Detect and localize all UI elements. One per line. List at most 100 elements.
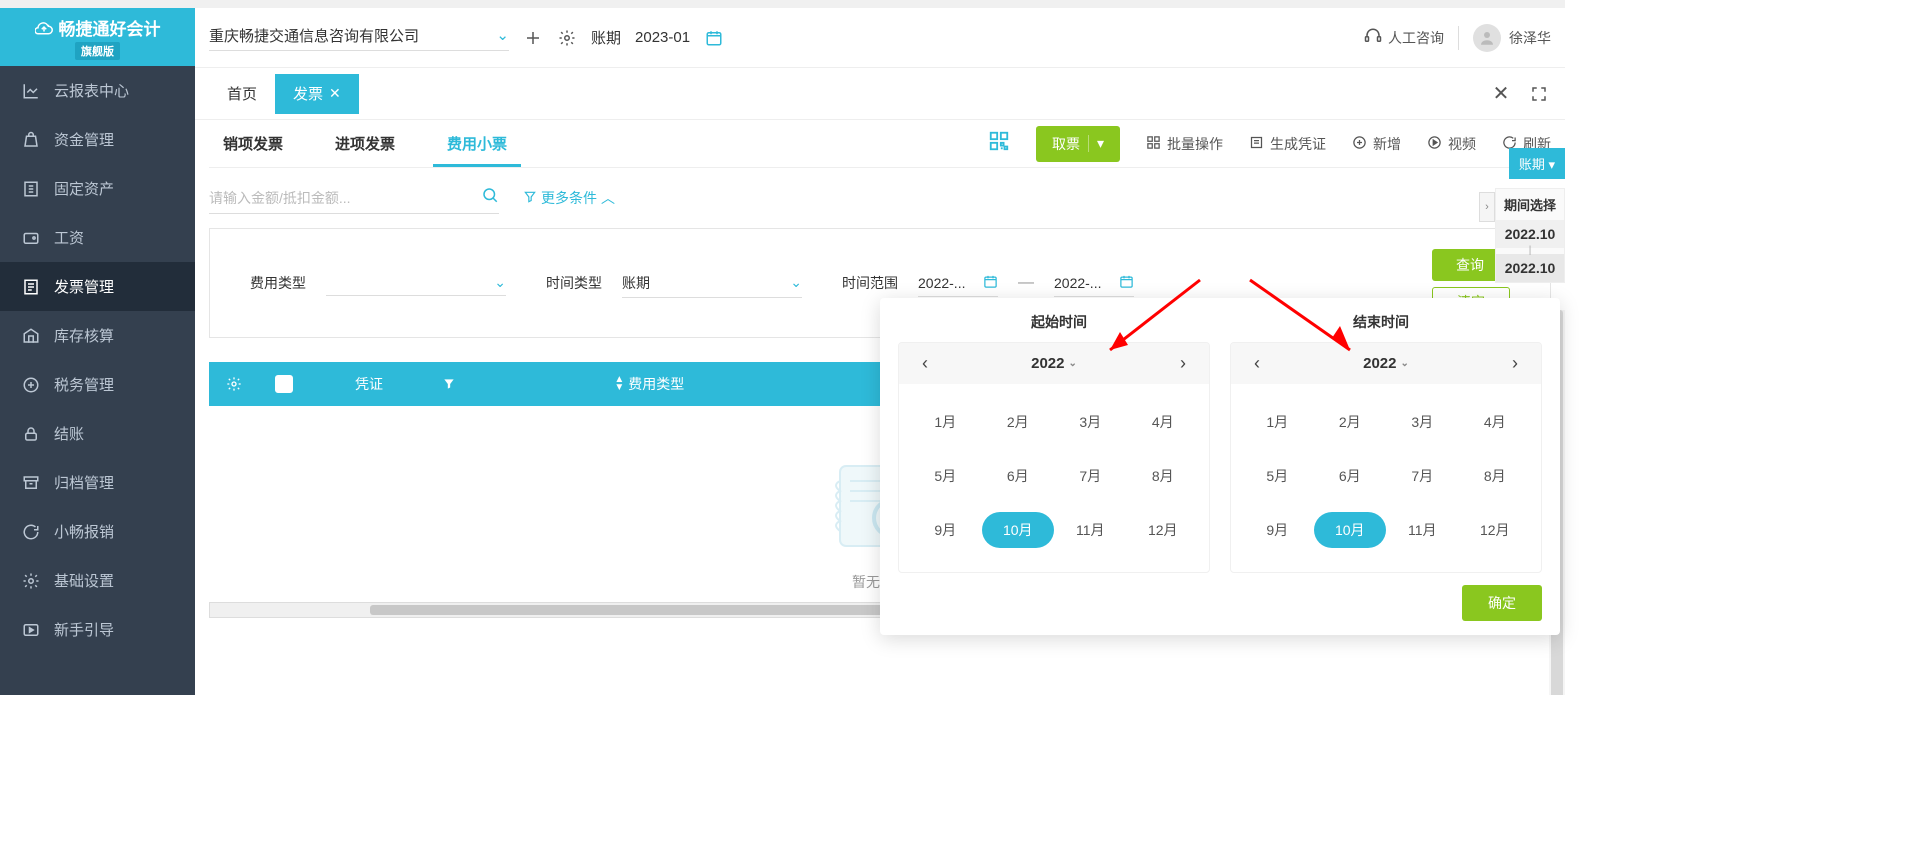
- period-option[interactable]: 2022.10: [1496, 254, 1564, 282]
- add-icon[interactable]: [523, 28, 543, 48]
- close-icon[interactable]: ✕: [329, 85, 341, 102]
- month-option[interactable]: 12月: [1459, 512, 1532, 548]
- start-date-input[interactable]: 2022-...: [918, 270, 998, 297]
- tax-icon: [22, 376, 40, 394]
- prev-year-button[interactable]: ‹: [915, 353, 935, 374]
- sidebar-item-archive[interactable]: 归档管理: [0, 458, 195, 507]
- period-tag[interactable]: 账期 ▾: [1509, 148, 1565, 179]
- start-date-title: 起始时间: [898, 312, 1220, 332]
- column-expense-type[interactable]: ▲▼费用类型: [469, 374, 830, 394]
- expense-type-select[interactable]: ⌄: [326, 270, 506, 296]
- more-filters-toggle[interactable]: 更多条件 ︿: [523, 188, 615, 208]
- period-panel-collapse[interactable]: ›: [1479, 192, 1495, 222]
- headset-icon: [1364, 27, 1382, 48]
- month-option[interactable]: 5月: [1241, 458, 1314, 494]
- next-year-button[interactable]: ›: [1173, 353, 1193, 374]
- month-option[interactable]: 2月: [1314, 404, 1387, 440]
- close-all-tabs-icon[interactable]: ✕: [1489, 82, 1513, 106]
- month-option[interactable]: 3月: [1054, 404, 1127, 440]
- month-option[interactable]: 10月: [1314, 512, 1387, 548]
- year-selector[interactable]: 2022⌄: [1363, 355, 1409, 372]
- sidebar-item-closing[interactable]: 结账: [0, 409, 195, 458]
- column-voucher[interactable]: 凭证: [309, 374, 429, 394]
- month-option[interactable]: 12月: [1127, 512, 1200, 548]
- month-option[interactable]: 6月: [982, 458, 1055, 494]
- year-selector[interactable]: 2022⌄: [1031, 355, 1077, 372]
- fetch-invoice-button[interactable]: 取票 ▾: [1036, 126, 1120, 162]
- tab-home[interactable]: 首页: [209, 74, 275, 114]
- month-option[interactable]: 8月: [1127, 458, 1200, 494]
- prev-year-button[interactable]: ‹: [1247, 353, 1267, 374]
- start-date-panel: ‹ 2022⌄ › 1月2月3月4月 5月6月7月8月 9月10月11月12月: [898, 342, 1210, 573]
- sidebar-item-report-center[interactable]: 云报表中心: [0, 66, 195, 115]
- confirm-button[interactable]: 确定: [1462, 585, 1542, 621]
- month-option[interactable]: 3月: [1386, 404, 1459, 440]
- sidebar-label: 库存核算: [54, 325, 114, 346]
- period-value: 2023-01: [635, 29, 690, 46]
- sidebar-item-inventory[interactable]: 库存核算: [0, 311, 195, 360]
- tab-label: 首页: [227, 83, 257, 104]
- batch-actions-button[interactable]: 批量操作: [1146, 134, 1223, 154]
- sub-tab-label: 费用小票: [447, 133, 507, 154]
- sub-tab-expense-receipt[interactable]: 费用小票: [433, 120, 521, 167]
- human-service-button[interactable]: 人工咨询: [1364, 27, 1444, 48]
- company-selector[interactable]: 重庆畅捷交通信息咨询有限公司 ⌄: [209, 25, 509, 51]
- money-bag-icon: [22, 131, 40, 149]
- month-option[interactable]: 7月: [1386, 458, 1459, 494]
- generate-voucher-button[interactable]: 生成凭证: [1249, 134, 1326, 154]
- filter-label: 费用类型: [250, 273, 306, 293]
- month-option[interactable]: 11月: [1386, 512, 1459, 548]
- fullscreen-icon[interactable]: [1527, 82, 1551, 106]
- period-option[interactable]: 2022.10: [1496, 220, 1564, 248]
- sidebar-item-invoice-management[interactable]: 发票管理: [0, 262, 195, 311]
- sidebar-item-guide[interactable]: 新手引导: [0, 605, 195, 654]
- calendar-icon[interactable]: [704, 28, 724, 48]
- month-option[interactable]: 10月: [982, 512, 1055, 548]
- time-type-select[interactable]: 账期 ⌄: [622, 269, 802, 298]
- month-option[interactable]: 9月: [909, 512, 982, 548]
- brand-edition: 旗舰版: [75, 42, 120, 60]
- play-circle-icon: [1427, 135, 1442, 153]
- month-option[interactable]: 6月: [1314, 458, 1387, 494]
- month-option[interactable]: 8月: [1459, 458, 1532, 494]
- month-option[interactable]: 4月: [1127, 404, 1200, 440]
- sidebar-label: 基础设置: [54, 570, 114, 591]
- month-option[interactable]: 1月: [909, 404, 982, 440]
- sidebar-item-tax[interactable]: 税务管理: [0, 360, 195, 409]
- select-all-checkbox[interactable]: [259, 375, 309, 393]
- month-option[interactable]: 4月: [1459, 404, 1532, 440]
- action-label: 新增: [1373, 134, 1401, 154]
- sub-tab-input-invoice[interactable]: 进项发票: [321, 120, 409, 167]
- sidebar-label: 结账: [54, 423, 84, 444]
- gear-icon[interactable]: [557, 28, 577, 48]
- video-button[interactable]: 视频: [1427, 134, 1476, 154]
- month-option[interactable]: 11月: [1054, 512, 1127, 548]
- month-option[interactable]: 5月: [909, 458, 982, 494]
- qr-code-icon[interactable]: [988, 130, 1010, 158]
- user-menu[interactable]: 徐泽华: [1473, 24, 1551, 52]
- month-option[interactable]: 7月: [1054, 458, 1127, 494]
- sidebar-item-settings[interactable]: 基础设置: [0, 556, 195, 605]
- month-option[interactable]: 9月: [1241, 512, 1314, 548]
- sidebar-item-fixed-assets[interactable]: 固定资产: [0, 164, 195, 213]
- month-option[interactable]: 1月: [1241, 404, 1314, 440]
- tab-invoice[interactable]: 发票 ✕: [275, 74, 359, 114]
- sidebar-item-salary[interactable]: 工资: [0, 213, 195, 262]
- end-date-input[interactable]: 2022-...: [1054, 270, 1134, 297]
- next-year-button[interactable]: ›: [1505, 353, 1525, 374]
- chevron-down-icon: ⌄: [1400, 358, 1408, 369]
- month-option[interactable]: 2月: [982, 404, 1055, 440]
- grid-icon: [1146, 135, 1161, 153]
- column-filter-icon[interactable]: [429, 377, 469, 391]
- action-label: 批量操作: [1167, 134, 1223, 154]
- more-filters-label: 更多条件: [541, 188, 597, 208]
- search-icon[interactable]: [481, 186, 499, 209]
- sub-tab-output-invoice[interactable]: 销项发票: [209, 120, 297, 167]
- sidebar-item-reimbursement[interactable]: 小畅报销: [0, 507, 195, 556]
- column-settings-icon[interactable]: [209, 376, 259, 392]
- chevron-down-icon: ⌄: [494, 274, 506, 291]
- amount-search-input[interactable]: [209, 190, 481, 206]
- sidebar-item-funds[interactable]: 资金管理: [0, 115, 195, 164]
- add-new-button[interactable]: 新增: [1352, 134, 1401, 154]
- guide-icon: [22, 621, 40, 639]
